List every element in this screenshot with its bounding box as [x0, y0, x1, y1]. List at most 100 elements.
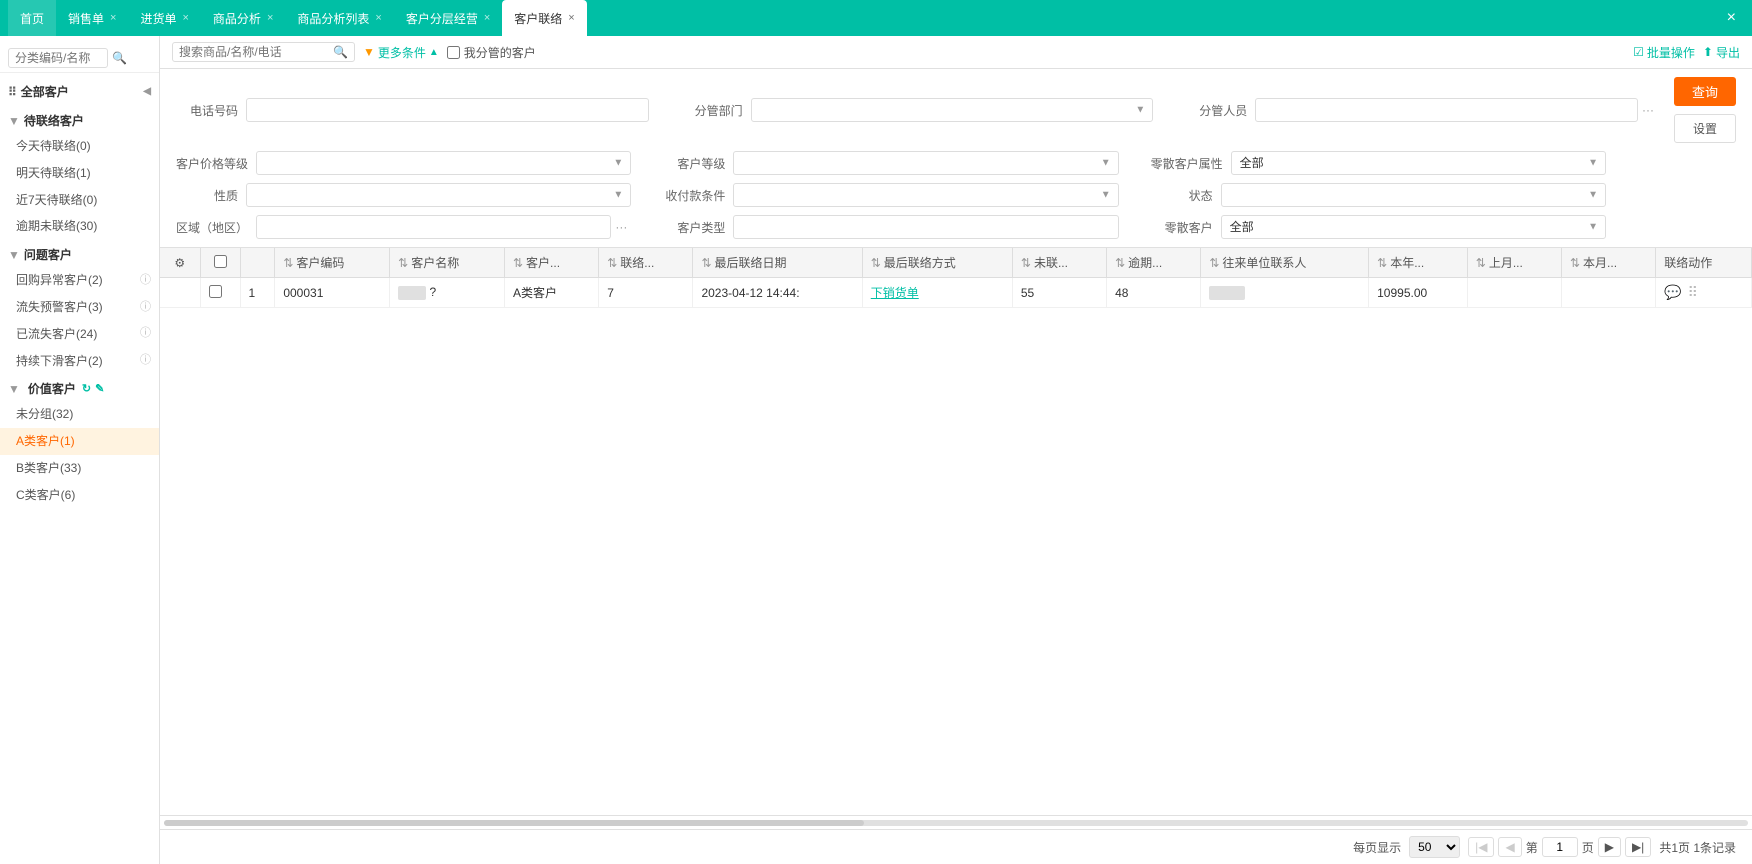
last-page-button[interactable]: ▶| [1625, 837, 1651, 857]
unit-contact-placeholder [1209, 286, 1245, 300]
sidebar-item-class-c[interactable]: C类客户(6) [0, 482, 159, 509]
sidebar-item-persistent-lost[interactable]: 持续下滑客户(2) ⓘ [0, 348, 159, 375]
nav-tab-sales[interactable]: 销售单 × [56, 0, 128, 36]
first-page-button[interactable]: |◀ [1468, 837, 1494, 857]
row-checkbox[interactable] [209, 285, 222, 298]
filter-panel: 电话号码 分管部门 ▼ 分管人员 ··· [160, 69, 1752, 248]
sidebar-all-customers[interactable]: ⠿ 全部客户 ◀ [0, 77, 159, 106]
close-purchase-icon[interactable]: × [182, 12, 188, 24]
col-last-month-header[interactable]: ⇅上月... [1467, 248, 1561, 278]
sidebar-item-repeat-abnormal[interactable]: 回购异常客户(2) ⓘ [0, 267, 159, 294]
settings-button[interactable]: 设置 [1674, 114, 1736, 143]
last-contact-method-link[interactable]: 下销货单 [871, 286, 919, 300]
customer-type-input[interactable] [733, 215, 1118, 239]
filter-item-customer-level: 客户等级 ▼ [663, 151, 1118, 175]
cell-last-contact-method[interactable]: 下销货单 [862, 278, 1012, 308]
page-size-select[interactable]: 50 20 100 200 [1409, 836, 1460, 858]
status-select[interactable] [1221, 183, 1606, 207]
phone-input[interactable] [246, 98, 649, 122]
close-customer-segment-icon[interactable]: × [484, 12, 490, 24]
search-input[interactable] [179, 45, 329, 59]
nav-tab-customer-contact[interactable]: 客户联络 × [502, 0, 586, 36]
col-no-contact-header[interactable]: ⇅未联... [1012, 248, 1106, 278]
nav-tab-purchase[interactable]: 进货单 × [128, 0, 200, 36]
sidebar-item-overdue[interactable]: 逾期未联络(30) [0, 213, 159, 240]
select-all-checkbox[interactable] [214, 255, 227, 268]
scatter-attr-select[interactable]: 全部 [1231, 151, 1606, 175]
sidebar-item-lost-forecast[interactable]: 流失预警客户(3) ⓘ [0, 294, 159, 321]
sidebar-item-lost[interactable]: 已流失客户(24) ⓘ [0, 321, 159, 348]
sidebar-problem-customers-header[interactable]: ▼ 问题客户 [0, 240, 159, 267]
edit-icon[interactable]: ✎ [95, 382, 104, 395]
price-level-select[interactable] [256, 151, 631, 175]
my-customers-checkbox-label[interactable]: 我分管的客户 [447, 44, 536, 61]
col-contact-header[interactable]: ⇅联络... [599, 248, 693, 278]
my-customers-checkbox[interactable] [447, 46, 460, 59]
next-page-button[interactable]: ▶ [1598, 837, 1621, 857]
sidebar-value-customers-header[interactable]: ▼ 价值客户 ↻ ✎ [0, 374, 159, 401]
chat-icon[interactable]: 💬 [1664, 284, 1681, 301]
nav-tab-home[interactable]: 首页 [8, 0, 56, 36]
sidebar-search-icon[interactable]: 🔍 [112, 51, 127, 65]
export-button[interactable]: ⬆ 导出 [1703, 44, 1740, 61]
sidebar-item-tomorrow[interactable]: 明天待联络(1) [0, 160, 159, 187]
close-goods-list-icon[interactable]: × [375, 12, 381, 24]
sidebar-item-class-a[interactable]: A类客户(1) [0, 428, 159, 455]
payment-label: 收付款条件 [663, 187, 733, 204]
scatter-attr-label: 零散客户属性 [1151, 155, 1231, 172]
batch-operation-button[interactable]: ☑ 批量操作 [1633, 44, 1695, 61]
search-icon-toolbar[interactable]: 🔍 [333, 45, 348, 59]
scatter-select[interactable]: 全部 [1221, 215, 1606, 239]
region-dots-icon[interactable]: ··· [611, 220, 631, 234]
customer-level-select[interactable] [733, 151, 1118, 175]
cell-this-year: 10995.00 [1369, 278, 1468, 308]
page-number-input[interactable] [1542, 837, 1578, 857]
close-customer-contact-icon[interactable]: × [568, 12, 574, 24]
col-this-month-header[interactable]: ⇅本月... [1561, 248, 1655, 278]
filter-item-status: 状态 ▼ [1151, 183, 1606, 207]
nature-select[interactable] [246, 183, 631, 207]
sidebar-item-today[interactable]: 今天待联络(0) [0, 133, 159, 160]
qr-icon[interactable]: ⠿ [1688, 284, 1698, 301]
sidebar-pending-contact-header[interactable]: ▼ 待联络客户 [0, 106, 159, 133]
col-customer-code-header[interactable]: ⇅客户编码 [275, 248, 390, 278]
dept-select[interactable] [751, 98, 1154, 122]
sidebar-item-class-b[interactable]: B类客户(33) [0, 455, 159, 482]
col-overdue-header[interactable]: ⇅逾期... [1107, 248, 1201, 278]
scatter-label: 零散客户 [1151, 219, 1221, 236]
nature-select-wrap: ▼ [246, 183, 631, 207]
col-this-year-header[interactable]: ⇅本年... [1369, 248, 1468, 278]
refresh-icon[interactable]: ↻ [82, 382, 91, 395]
nav-tab-sales-label: 销售单 [68, 10, 104, 27]
sidebar-search-input[interactable] [8, 48, 108, 68]
sidebar-item-unclassified[interactable]: 未分组(32) [0, 401, 159, 428]
page-size-label: 每页显示 [1353, 839, 1401, 856]
nav-tab-customer-segment[interactable]: 客户分层经营 × [394, 0, 502, 36]
prev-page-button[interactable]: ◀ [1498, 837, 1521, 857]
close-window-button[interactable]: × [1719, 5, 1744, 31]
nav-tab-goods-list[interactable]: 商品分析列表 × [285, 0, 393, 36]
col-customer-name-header[interactable]: ⇅客户名称 [390, 248, 505, 278]
col-customer-type-header[interactable]: ⇅客户... [504, 248, 598, 278]
close-sales-icon[interactable]: × [110, 12, 116, 24]
sort-icon-name: ⇅ [398, 256, 408, 270]
col-settings-header[interactable]: ⚙ [160, 248, 200, 278]
col-last-contact-date-header[interactable]: ⇅最后联络日期 [693, 248, 862, 278]
more-filters-button[interactable]: ▼ 更多条件 ▲ [363, 44, 439, 61]
scrollbar-thumb[interactable] [164, 820, 864, 826]
sidebar-item-near7days[interactable]: 近7天待联络(0) [0, 187, 159, 214]
horizontal-scrollbar[interactable] [160, 815, 1752, 829]
status-label: 状态 [1151, 187, 1221, 204]
info-icon-1: ⓘ [140, 273, 151, 288]
col-unit-contact-header[interactable]: ⇅往来单位联系人 [1201, 248, 1369, 278]
sort-icon-type: ⇅ [513, 256, 523, 270]
nav-tab-goods-analysis[interactable]: 商品分析 × [201, 0, 285, 36]
manager-dots-icon[interactable]: ··· [1638, 103, 1658, 117]
query-button[interactable]: 查询 [1674, 77, 1736, 106]
close-goods-analysis-icon[interactable]: × [267, 12, 273, 24]
customer-name-avatar [398, 286, 426, 300]
region-input[interactable] [256, 215, 611, 239]
payment-select[interactable] [733, 183, 1118, 207]
manager-input[interactable] [1255, 98, 1638, 122]
col-last-contact-method-header[interactable]: ⇅最后联络方式 [862, 248, 1012, 278]
